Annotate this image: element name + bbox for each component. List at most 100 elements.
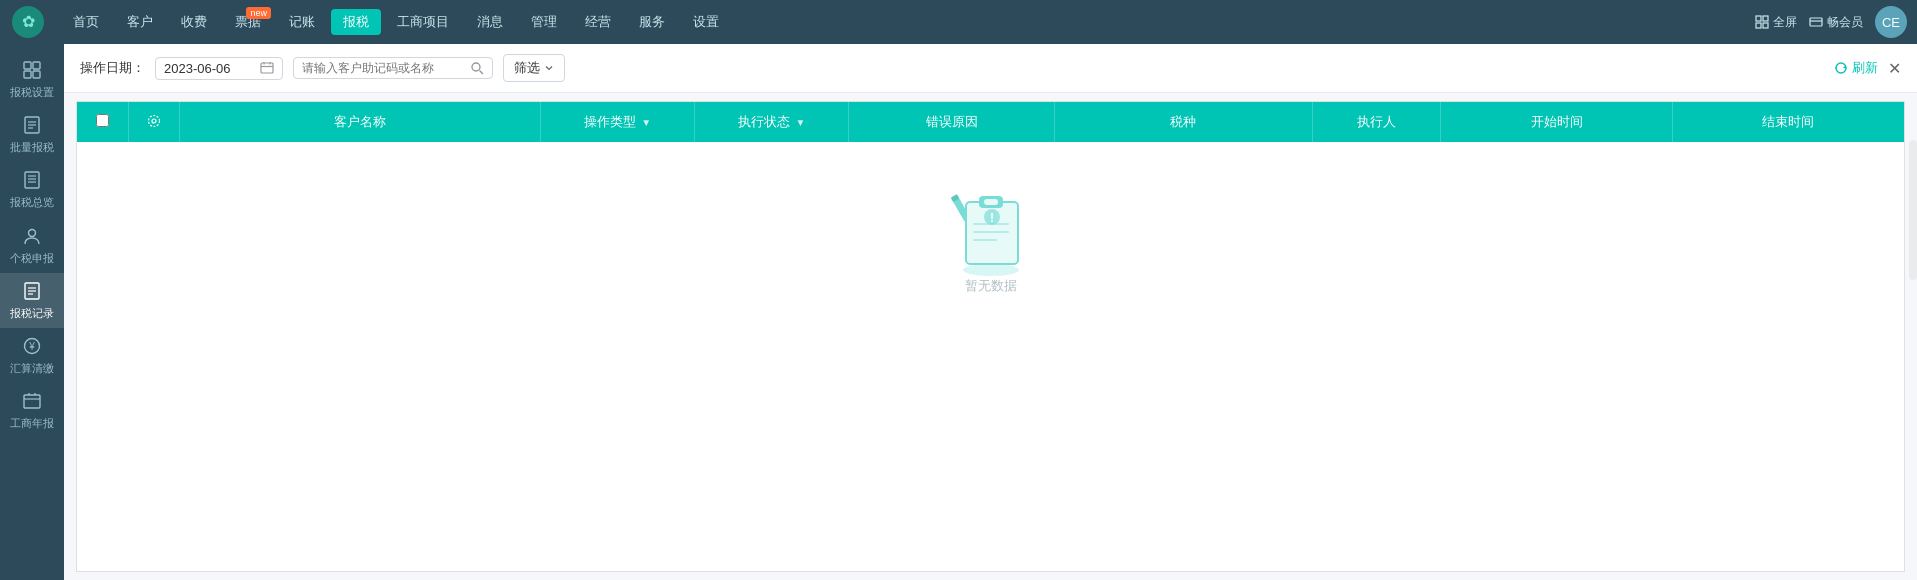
svg-rect-46 [984,199,998,205]
settlement-icon: ¥ [22,336,42,359]
annual-report-label: 工商年报 [10,417,54,430]
col-op-type[interactable]: 操作类型 ▼ [540,102,694,142]
col-settings[interactable] [128,102,179,142]
records-table: 客户名称 操作类型 ▼ 执行状态 ▼ 错误原因 [77,102,1904,315]
svg-rect-3 [1763,16,1768,21]
search-box[interactable] [293,57,493,79]
empty-state: ! 暂无数据 [77,142,1904,315]
nav-manage[interactable]: 管理 [519,9,569,35]
fullscreen-icon [1755,15,1769,29]
chevron-down-icon [544,63,554,73]
col-name: 客户名称 [180,102,540,142]
empty-text: 暂无数据 [965,277,1017,295]
empty-state-illustration: ! [946,182,1036,277]
member-label: 畅会员 [1827,14,1863,31]
svg-rect-10 [24,71,31,78]
filter-label: 筛选 [514,59,540,77]
svg-point-35 [472,63,480,71]
content-area: 操作日期： 筛选 [64,44,1917,580]
svg-rect-11 [33,71,40,78]
settings-icon [147,114,161,128]
nav-business[interactable]: 工商项目 [385,9,461,35]
svg-point-40 [963,264,1019,276]
nav-tax[interactable]: 报税 [331,9,381,35]
sidebar-item-tax-summary[interactable]: 报税总览 [0,162,64,217]
refresh-icon [1834,61,1848,75]
svg-rect-8 [24,62,31,69]
toolbar: 操作日期： 筛选 [64,44,1917,93]
nav-invoice-badge: new [246,7,271,19]
svg-text:!: ! [990,211,994,225]
nav-settings[interactable]: 设置 [681,9,731,35]
nav-client[interactable]: 客户 [115,9,165,35]
nav-bookkeeping[interactable]: 记账 [277,9,327,35]
date-label: 操作日期： [80,59,145,77]
batch-tax-label: 批量报税 [10,141,54,154]
col-checkbox [77,102,128,142]
sidebar-item-settlement[interactable]: ¥ 汇算清缴 [0,328,64,383]
table-header: 客户名称 操作类型 ▼ 执行状态 ▼ 错误原因 [77,102,1904,142]
date-input[interactable] [164,61,254,76]
calendar-icon [260,61,274,75]
member-button[interactable]: 畅会员 [1809,14,1863,31]
tax-records-label: 报税记录 [10,307,54,320]
svg-rect-2 [1756,16,1761,21]
sidebar: 报税设置 批量报税 报税总览 [0,44,64,580]
refresh-label: 刷新 [1852,59,1878,77]
nav-items: 首页 客户 收费 票据 new 记账 报税 工商项目 消息 管理 经营 服务 设… [61,9,1755,35]
personal-tax-icon [22,226,42,249]
search-input[interactable] [302,61,466,75]
search-icon [470,61,484,75]
col-error-reason: 错误原因 [849,102,1055,142]
nav-right: 全屏 畅会员 CE [1755,6,1907,38]
table-container: 客户名称 操作类型 ▼ 执行状态 ▼ 错误原因 [76,101,1905,572]
filter-button[interactable]: 筛选 [503,54,565,82]
op-type-sort-icon: ▼ [641,117,651,128]
svg-rect-4 [1756,23,1761,28]
col-start-time: 开始时间 [1441,102,1673,142]
tax-records-icon [22,281,42,304]
nav-invoice[interactable]: 票据 new [223,9,273,35]
nav-operations[interactable]: 经营 [573,9,623,35]
svg-rect-27 [24,395,40,408]
nav-message[interactable]: 消息 [465,9,515,35]
nav-home[interactable]: 首页 [61,9,111,35]
table-body: ! 暂无数据 [77,142,1904,315]
personal-tax-label: 个税申报 [10,252,54,265]
sidebar-item-personal-tax[interactable]: 个税申报 [0,218,64,273]
nav-billing[interactable]: 收费 [169,9,219,35]
col-executor: 执行人 [1312,102,1441,142]
select-all-checkbox[interactable] [96,114,109,127]
col-end-time: 结束时间 [1672,102,1904,142]
nav-service[interactable]: 服务 [627,9,677,35]
batch-tax-icon [22,115,42,138]
svg-rect-31 [261,63,273,73]
sidebar-item-tax-records[interactable]: 报税记录 [0,273,64,328]
exec-status-sort-icon: ▼ [796,117,806,128]
top-navigation: ✿ 首页 客户 收费 票据 new 记账 报税 工商项目 消息 管理 经营 服务… [0,0,1917,44]
sidebar-item-tax-settings[interactable]: 报税设置 [0,52,64,107]
svg-text:¥: ¥ [28,341,35,352]
close-button[interactable]: ✕ [1888,59,1901,78]
member-icon [1809,15,1823,29]
refresh-button[interactable]: 刷新 [1834,59,1878,77]
tax-summary-icon [22,170,42,193]
avatar[interactable]: CE [1875,6,1907,38]
svg-rect-6 [1810,18,1822,26]
svg-text:✿: ✿ [22,13,35,30]
app-logo[interactable]: ✿ [10,4,46,40]
tax-settings-label: 报税设置 [10,86,54,99]
svg-point-38 [152,119,156,123]
date-picker[interactable] [155,57,283,80]
svg-rect-9 [33,62,40,69]
col-exec-status[interactable]: 执行状态 ▼ [695,102,849,142]
svg-point-39 [149,115,160,126]
fullscreen-button[interactable]: 全屏 [1755,14,1797,31]
sidebar-item-annual-report[interactable]: 工商年报 [0,383,64,438]
fullscreen-label: 全屏 [1773,14,1797,31]
col-tax-type: 税种 [1055,102,1312,142]
annual-report-icon [22,391,42,414]
tax-settings-icon [22,60,42,83]
sidebar-item-batch-tax[interactable]: 批量报税 [0,107,64,162]
svg-rect-5 [1763,23,1768,28]
